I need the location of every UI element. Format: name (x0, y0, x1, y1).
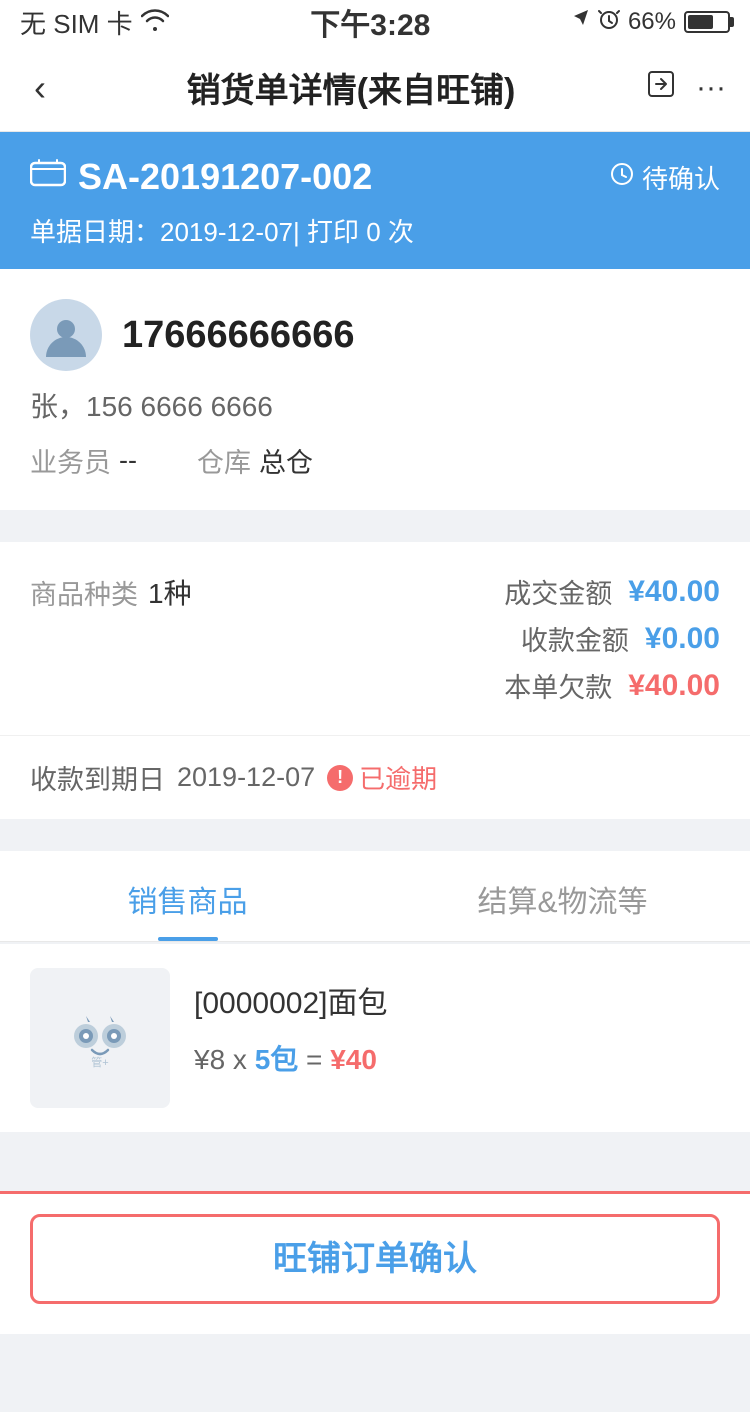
warehouse-value: 总仓 (259, 441, 313, 480)
customer-name: 张，156 6666 6666 (30, 385, 720, 425)
product-name: [0000002]面包 (194, 978, 720, 1022)
salesperson-value: -- (119, 445, 137, 476)
product-thumbnail: 管+ (30, 968, 170, 1108)
salesperson-meta: 业务员 -- (30, 441, 137, 480)
svg-text:管+: 管+ (91, 1055, 108, 1068)
status-right: 66% (572, 8, 730, 37)
overdue-icon: ! (327, 765, 353, 791)
owed-row: 本单欠款 ¥40.00 (504, 666, 720, 705)
product-quantity: 5包 (255, 1044, 299, 1075)
tab-sales-product[interactable]: 销售商品 (0, 851, 375, 941)
more-button[interactable]: ··· (696, 71, 726, 105)
order-id: SA-20191207-002 (30, 156, 372, 198)
confirm-order-button[interactable]: 旺铺订单确认 (30, 1214, 720, 1304)
order-header: SA-20191207-002 待确认 单据日期：2019-12-07| 打印 … (0, 132, 750, 269)
transaction-row: 成交金额 ¥40.00 (504, 572, 720, 611)
stats-left: 商品种类 1种 (30, 572, 192, 612)
order-type-icon (30, 156, 66, 198)
owed-amount: ¥40.00 (628, 669, 720, 703)
product-kind-value: 1种 (148, 572, 192, 612)
location-icon (572, 8, 590, 37)
due-date-value: 2019-12-07 (177, 762, 315, 793)
battery-level: 66% (628, 8, 676, 36)
product-info: [0000002]面包 ¥8 x 5包 = ¥40 (194, 968, 720, 1078)
nav-actions: ··· (646, 69, 726, 107)
warehouse-label: 仓库 (197, 441, 251, 480)
transaction-label: 成交金额 (504, 572, 612, 611)
alarm-icon (598, 8, 620, 37)
due-date-card: 收款到期日 2019-12-07 ! 已逾期 (0, 735, 750, 819)
divider-1 (0, 526, 750, 542)
received-amount: ¥0.00 (645, 622, 720, 656)
customer-phone: 17666666666 (122, 314, 354, 357)
product-list: 管+ [0000002]面包 ¥8 x 5包 = ¥40 (0, 944, 750, 1132)
page-title: 销货单详情(来自旺铺) (187, 63, 516, 112)
status-left: 无 SIM 卡 (20, 4, 169, 41)
confirm-btn-container: 旺铺订单确认 (0, 1191, 750, 1334)
stats-right: 成交金额 ¥40.00 收款金额 ¥0.00 本单欠款 ¥40.00 (504, 572, 720, 705)
wifi-icon (141, 7, 169, 38)
avatar (30, 299, 102, 371)
battery-icon (684, 11, 730, 33)
overdue-badge: ! 已逾期 (327, 759, 437, 796)
stats-card: 商品种类 1种 成交金额 ¥40.00 收款金额 ¥0.00 本单欠款 ¥40.… (0, 542, 750, 735)
customer-card: 17666666666 张，156 6666 6666 业务员 -- 仓库 总仓 (0, 269, 750, 510)
status-bar: 无 SIM 卡 下午3:28 66% (0, 0, 750, 44)
product-price: ¥8 x 5包 = ¥40 (194, 1038, 720, 1078)
warehouse-meta: 仓库 总仓 (197, 441, 313, 480)
tab-settlement-logistics[interactable]: 结算&物流等 (375, 851, 750, 941)
product-kind-label: 商品种类 (30, 573, 138, 612)
back-button[interactable]: ‹ (24, 57, 56, 119)
order-id-row: SA-20191207-002 待确认 (30, 156, 720, 198)
order-status: 待确认 (610, 159, 720, 196)
status-time: 下午3:28 (310, 0, 430, 44)
product-total: ¥40 (330, 1044, 377, 1075)
status-text: 待确认 (642, 159, 720, 196)
nav-bar: ‹ 销货单详情(来自旺铺) ··· (0, 44, 750, 132)
order-date: 单据日期：2019-12-07| 打印 0 次 (30, 212, 720, 249)
owed-label: 本单欠款 (504, 666, 612, 705)
received-label: 收款金额 (521, 619, 629, 658)
product-item: 管+ [0000002]面包 ¥8 x 5包 = ¥40 (30, 968, 720, 1108)
share-button[interactable] (646, 69, 676, 107)
divider-2 (0, 819, 750, 835)
transaction-amount: ¥40.00 (628, 575, 720, 609)
received-row: 收款金额 ¥0.00 (521, 619, 720, 658)
customer-top: 17666666666 (30, 299, 720, 371)
customer-meta: 业务员 -- 仓库 总仓 (30, 441, 720, 480)
due-date-label: 收款到期日 (30, 758, 165, 797)
salesperson-label: 业务员 (30, 441, 111, 480)
carrier-label: 无 SIM 卡 (20, 4, 133, 41)
tabs-container: 销售商品 结算&物流等 (0, 851, 750, 942)
status-clock-icon (610, 162, 634, 193)
overdue-text: 已逾期 (359, 759, 437, 796)
